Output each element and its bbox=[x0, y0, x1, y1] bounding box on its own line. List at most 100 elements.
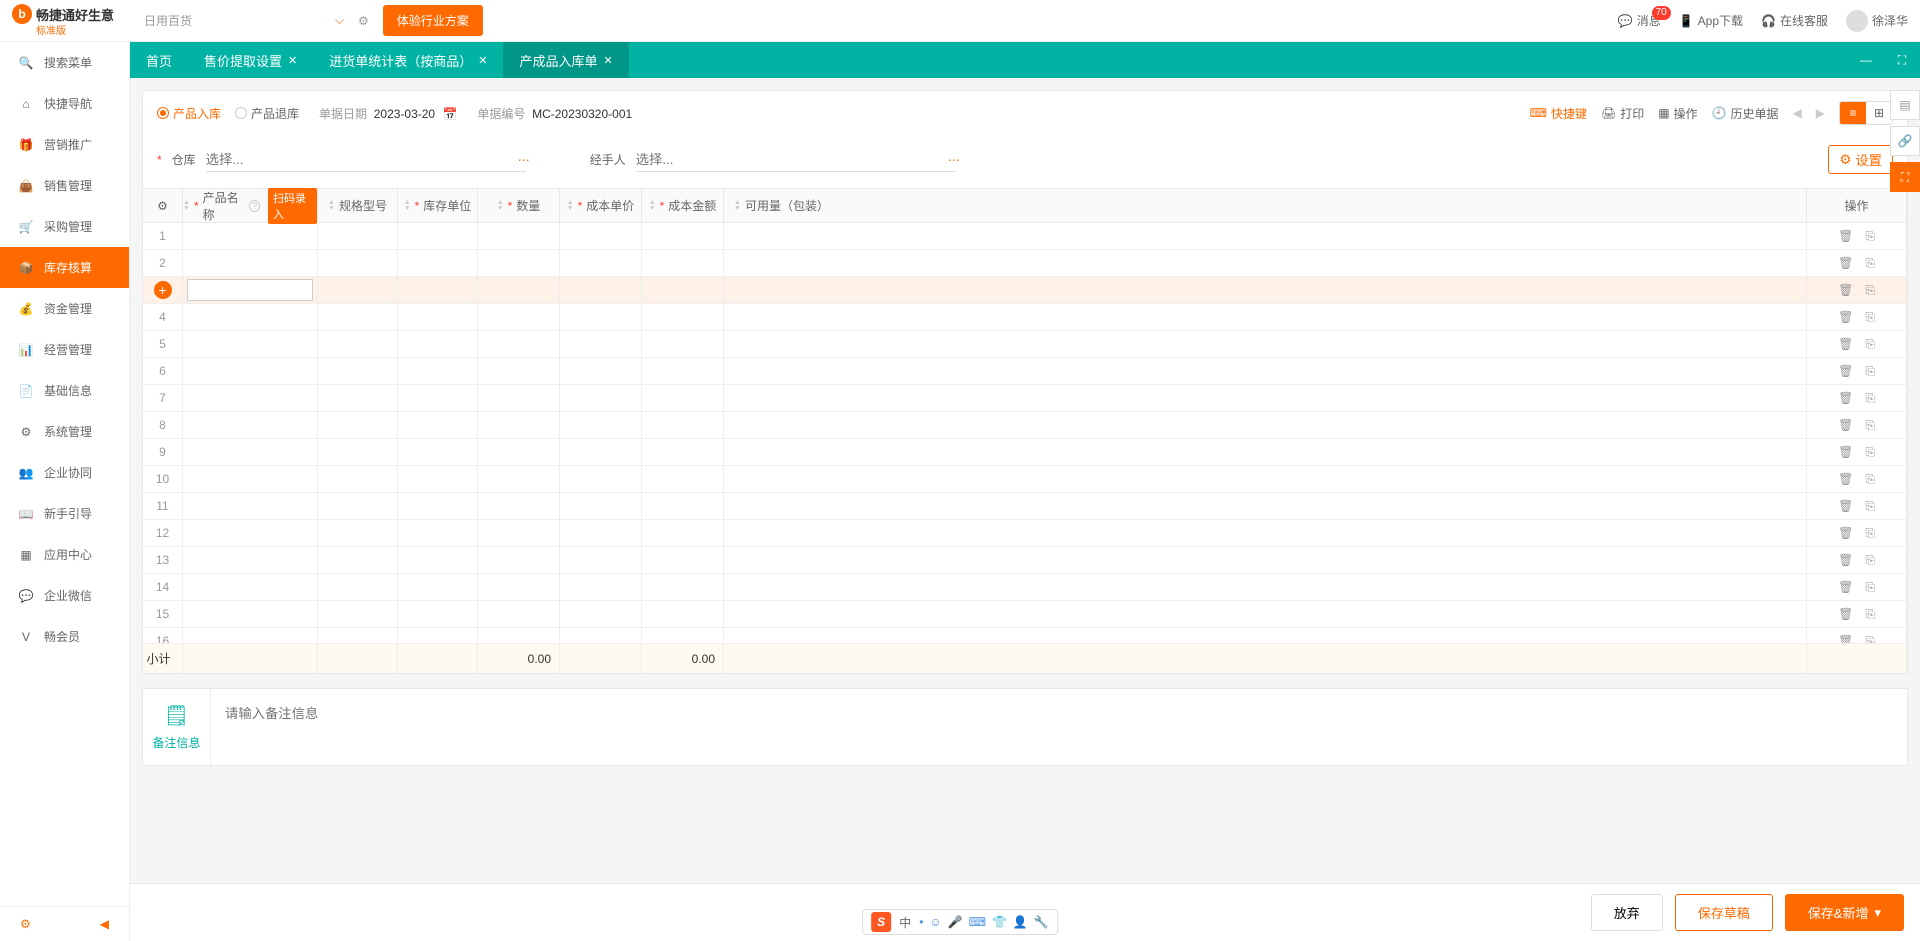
cell-amount[interactable] bbox=[642, 304, 724, 330]
cell-avail[interactable] bbox=[724, 520, 1807, 546]
calendar-icon[interactable]: 📅 bbox=[442, 107, 457, 121]
ime-icon[interactable]: • bbox=[919, 915, 923, 929]
cell-qty[interactable] bbox=[478, 331, 560, 357]
cell-amount[interactable] bbox=[642, 358, 724, 384]
grid-row-15[interactable]: 15 🗑 ⎘ bbox=[143, 601, 1907, 628]
sidebar-item-14[interactable]: V畅会员 bbox=[0, 616, 129, 657]
delete-icon[interactable]: 🗑 bbox=[1838, 526, 1853, 541]
cell-spec[interactable] bbox=[318, 250, 398, 276]
grid-row-9[interactable]: 9 🗑 ⎘ bbox=[143, 439, 1907, 466]
cell-qty[interactable] bbox=[478, 277, 560, 303]
cell-qty[interactable] bbox=[478, 223, 560, 249]
copy-icon[interactable]: ⎘ bbox=[1865, 418, 1875, 433]
cell-avail[interactable] bbox=[724, 574, 1807, 600]
ime-mode[interactable]: 中 bbox=[899, 914, 911, 931]
copy-icon[interactable]: ⎘ bbox=[1865, 580, 1875, 595]
cell-amount[interactable] bbox=[642, 412, 724, 438]
cell-price[interactable] bbox=[560, 412, 642, 438]
side-tool-1[interactable]: ▤ bbox=[1890, 90, 1920, 120]
cell-price[interactable] bbox=[560, 385, 642, 411]
cell-name[interactable] bbox=[183, 385, 318, 411]
user-menu[interactable]: 徐泽华 bbox=[1846, 10, 1908, 32]
cell-unit[interactable] bbox=[398, 223, 478, 249]
sidebar-item-2[interactable]: 🎁营销推广 bbox=[0, 124, 129, 165]
copy-icon[interactable]: ⎘ bbox=[1865, 553, 1875, 568]
cell-name[interactable] bbox=[183, 277, 318, 303]
grid-row-12[interactable]: 12 🗑 ⎘ bbox=[143, 520, 1907, 547]
cell-unit[interactable] bbox=[398, 466, 478, 492]
delete-icon[interactable]: 🗑 bbox=[1838, 337, 1853, 352]
cell-amount[interactable] bbox=[642, 385, 724, 411]
cell-avail[interactable] bbox=[724, 412, 1807, 438]
handler-input[interactable] bbox=[636, 148, 956, 172]
cell-amount[interactable] bbox=[642, 439, 724, 465]
grid-row-16[interactable]: 16 🗑 ⎘ bbox=[143, 628, 1907, 643]
cell-qty[interactable] bbox=[478, 493, 560, 519]
tab-expand-icon[interactable]: ⛶ bbox=[1884, 42, 1920, 78]
cell-price[interactable] bbox=[560, 277, 642, 303]
cell-spec[interactable] bbox=[318, 574, 398, 600]
cell-qty[interactable] bbox=[478, 547, 560, 573]
copy-icon[interactable]: ⎘ bbox=[1865, 472, 1875, 487]
shortcut-link[interactable]: ⌨ 快捷键 bbox=[1530, 105, 1587, 122]
grid-row-6[interactable]: 6 🗑 ⎘ bbox=[143, 358, 1907, 385]
close-icon[interactable]: ✕ bbox=[288, 54, 297, 67]
cell-spec[interactable] bbox=[318, 601, 398, 627]
history-link[interactable]: 🕘 历史单据 bbox=[1712, 105, 1779, 122]
print-link[interactable]: 🖨 打印 bbox=[1601, 105, 1644, 122]
cell-avail[interactable] bbox=[724, 628, 1807, 643]
cell-qty[interactable] bbox=[478, 412, 560, 438]
copy-icon[interactable]: ⎘ bbox=[1865, 364, 1875, 379]
copy-icon[interactable]: ⎘ bbox=[1865, 337, 1875, 352]
copy-icon[interactable]: ⎘ bbox=[1865, 310, 1875, 325]
sidebar-item-0[interactable]: 🔍搜索菜单 bbox=[0, 42, 129, 83]
grid-row-10[interactable]: 10 🗑 ⎘ bbox=[143, 466, 1907, 493]
cell-unit[interactable] bbox=[398, 331, 478, 357]
sidebar-item-7[interactable]: 📊经营管理 bbox=[0, 329, 129, 370]
remark-input[interactable] bbox=[211, 689, 1907, 765]
cell-name[interactable] bbox=[183, 520, 318, 546]
delete-icon[interactable]: 🗑 bbox=[1838, 283, 1853, 298]
tab-1[interactable]: 售价提取设置✕ bbox=[188, 42, 313, 78]
cell-spec[interactable] bbox=[318, 385, 398, 411]
cell-name[interactable] bbox=[183, 493, 318, 519]
operation-link[interactable]: ▦ 操作 bbox=[1658, 105, 1697, 122]
ime-icon[interactable]: 🔧 bbox=[1034, 915, 1049, 929]
cell-qty[interactable] bbox=[478, 385, 560, 411]
cell-amount[interactable] bbox=[642, 493, 724, 519]
cell-name[interactable] bbox=[183, 304, 318, 330]
cell-price[interactable] bbox=[560, 493, 642, 519]
delete-icon[interactable]: 🗑 bbox=[1838, 472, 1853, 487]
delete-icon[interactable]: 🗑 bbox=[1838, 580, 1853, 595]
cell-avail[interactable] bbox=[724, 385, 1807, 411]
cell-spec[interactable] bbox=[318, 358, 398, 384]
cell-name[interactable] bbox=[183, 574, 318, 600]
warehouse-picker-icon[interactable]: ⋯ bbox=[518, 153, 530, 167]
view-list-icon[interactable]: ≡ bbox=[1840, 102, 1866, 124]
ime-icon[interactable]: ⌨ bbox=[969, 915, 986, 929]
handler-picker-icon[interactable]: ⋯ bbox=[948, 153, 960, 167]
close-icon[interactable]: ✕ bbox=[478, 54, 487, 67]
save-draft-button[interactable]: 保存草稿 bbox=[1675, 894, 1773, 931]
settings-icon[interactable]: ⚙ bbox=[20, 917, 31, 931]
cell-avail[interactable] bbox=[724, 439, 1807, 465]
col-config-icon[interactable]: ⚙ bbox=[143, 189, 183, 222]
grid-row-3[interactable]: + 🗑 ⎘ bbox=[143, 277, 1907, 304]
cell-name[interactable] bbox=[183, 223, 318, 249]
cell-amount[interactable] bbox=[642, 601, 724, 627]
grid-row-4[interactable]: 4 🗑 ⎘ bbox=[143, 304, 1907, 331]
cell-name[interactable] bbox=[183, 412, 318, 438]
radio-product-out[interactable]: 产品退库 bbox=[235, 105, 299, 122]
cell-qty[interactable] bbox=[478, 574, 560, 600]
grid-row-5[interactable]: 5 🗑 ⎘ bbox=[143, 331, 1907, 358]
delete-icon[interactable]: 🗑 bbox=[1838, 310, 1853, 325]
cell-avail[interactable] bbox=[724, 466, 1807, 492]
delete-icon[interactable]: 🗑 bbox=[1838, 256, 1853, 271]
copy-icon[interactable]: ⎘ bbox=[1865, 229, 1875, 244]
cell-unit[interactable] bbox=[398, 358, 478, 384]
col-amount[interactable]: ▲▼ *成本金额 bbox=[642, 189, 724, 222]
grid-row-13[interactable]: 13 🗑 ⎘ bbox=[143, 547, 1907, 574]
cell-name[interactable] bbox=[183, 466, 318, 492]
cell-spec[interactable] bbox=[318, 439, 398, 465]
grid-row-11[interactable]: 11 🗑 ⎘ bbox=[143, 493, 1907, 520]
